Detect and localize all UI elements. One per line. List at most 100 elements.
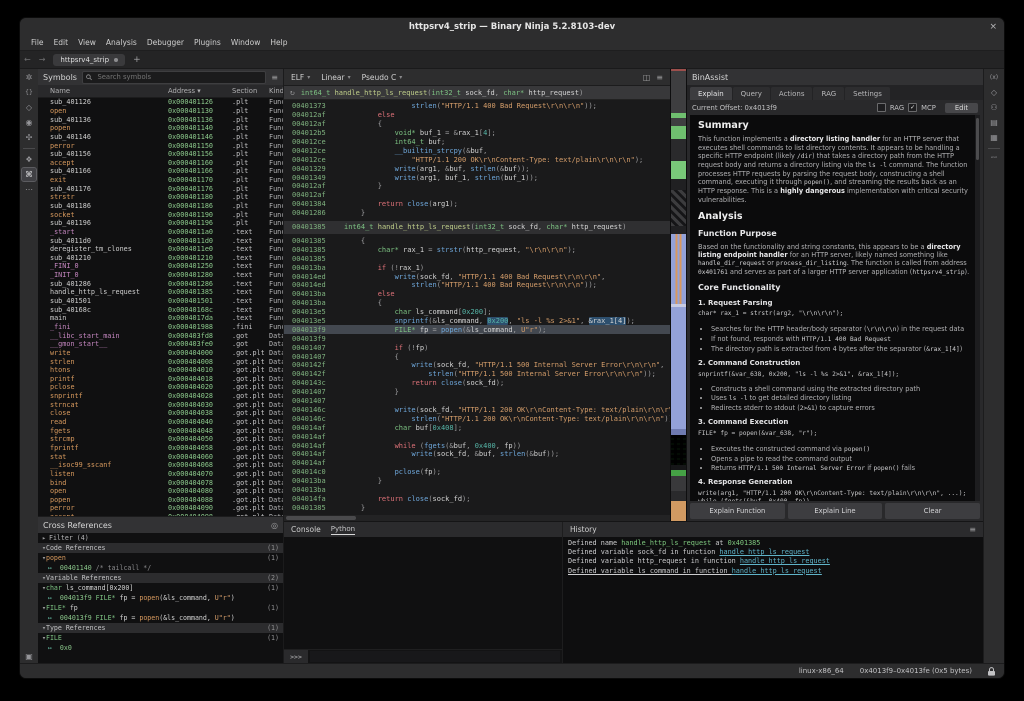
symbols-menu-icon[interactable]: ≡	[271, 73, 278, 82]
history-entry[interactable]: Defined variable ls_command in function …	[568, 567, 978, 576]
history-menu-icon[interactable]: ≡	[969, 525, 976, 534]
symbol-row[interactable]: strncat0x000404030.got.pltData	[38, 400, 283, 409]
code-line[interactable]: 004014af write(sock_fd, &buf, strlen(&bu…	[284, 450, 670, 459]
code-line[interactable]: 004014af	[284, 432, 670, 441]
menu-help[interactable]: Help	[265, 38, 292, 47]
variables-icon[interactable]: (x)	[987, 71, 1001, 84]
code-line[interactable]: 0040143c return close(sock_fd);	[284, 379, 670, 388]
symbol-row[interactable]: socket0x000401190.pltFunction	[38, 210, 283, 219]
symbol-row[interactable]: handle_http_ls_request0x000401385.textFu…	[38, 288, 283, 297]
code-line[interactable]: 00401385 {	[284, 237, 670, 246]
symbol-row[interactable]: sub_4011660x000401166.pltFunction	[38, 167, 283, 176]
window-close-button[interactable]: ×	[989, 18, 997, 35]
card-icon[interactable]: ▤	[987, 116, 1001, 129]
bot-icon[interactable]: ⚇	[987, 101, 1001, 114]
binassist-tab-settings[interactable]: Settings	[845, 87, 890, 100]
symbol-row[interactable]: open0x000404080.got.pltData	[38, 487, 283, 496]
mcp-checkbox[interactable]: ✓	[908, 103, 917, 112]
types-icon[interactable]: {}	[22, 86, 36, 99]
code-line[interactable]: 004012af }	[284, 182, 670, 191]
symbol-row[interactable]: sub_40168c0x00040168c.textFunction	[38, 305, 283, 314]
symbol-row[interactable]: _start0x0004011a0.textFunction	[38, 228, 283, 237]
history-entry[interactable]: Defined name handle_http_ls_request at 0…	[568, 539, 978, 548]
code-line[interactable]: 004012af	[284, 191, 670, 200]
code-line[interactable]: 004013ba if (!rax_1)	[284, 263, 670, 272]
code-line[interactable]: 004012ce int64_t buf;	[284, 138, 670, 147]
new-tab-button[interactable]: +	[129, 55, 145, 65]
binassist-scrollbar[interactable]	[975, 115, 980, 501]
code-line[interactable]: 004012af {	[284, 120, 670, 129]
column-header-kind[interactable]: Kind	[269, 87, 283, 95]
sticky-function-header[interactable]: ↻int64_t handle_http_ls_request(int32_t …	[284, 86, 670, 100]
xref-group-header[interactable]: ▾ Type References(1)	[38, 623, 283, 633]
code-line[interactable]: 00401373 strlen("HTTP/1.1 400 Bad Reques…	[284, 102, 670, 111]
xref-item-header[interactable]: ▾FILE(1)	[38, 633, 283, 643]
symbol-row[interactable]: deregister_tm_clones0x0004011e0.textFunc…	[38, 245, 283, 254]
symbol-row[interactable]: htons0x000404010.got.pltData	[38, 366, 283, 375]
xref-entry[interactable]: ↦ 0x0	[38, 643, 283, 653]
code-line[interactable]: 00401407	[284, 397, 670, 406]
symbol-row[interactable]: stat0x000404060.got.pltData	[38, 452, 283, 461]
symbol-row[interactable]: sub_4012860x000401286.textFunction	[38, 279, 283, 288]
symbol-row[interactable]: sub_4011560x000401156.pltFunction	[38, 150, 283, 159]
column-header-section[interactable]: Section	[232, 87, 269, 95]
symbol-row[interactable]: open0x000401130.pltFunction	[38, 107, 283, 116]
address-pin-icon[interactable]: ◉	[22, 116, 36, 129]
clear-button[interactable]: Clear	[885, 503, 980, 519]
symbol-row[interactable]: _FINI_00x000401250.textFunction	[38, 262, 283, 271]
code-line[interactable]: 00401407 }	[284, 388, 670, 397]
strings-icon[interactable]: ””	[987, 153, 1001, 166]
symbol-row[interactable]: sub_4011460x000401146.pltFunction	[38, 133, 283, 142]
edit-button[interactable]: Edit	[945, 103, 978, 113]
feature-map[interactable]	[670, 69, 687, 521]
menu-window[interactable]: Window	[226, 38, 266, 47]
explain-function-button[interactable]: Explain Function	[690, 503, 785, 519]
code-line[interactable]: 00401286 }	[284, 209, 670, 218]
explain-line-button[interactable]: Explain Line	[788, 503, 883, 519]
scrollbar-thumb[interactable]	[976, 118, 979, 160]
menu-view[interactable]: View	[73, 38, 101, 47]
xref-item-header[interactable]: ▾char ls_command[0x200](1)	[38, 583, 283, 593]
symbol-row[interactable]: sub_4011360x000401136.pltFunction	[38, 115, 283, 124]
symbol-row[interactable]: __isoc99_sscanf0x000404068.got.pltData	[38, 461, 283, 470]
code-line[interactable]: 00401385 char* rax_1 = strstr(http_reque…	[284, 245, 670, 254]
code-line[interactable]: 004013f9	[284, 334, 670, 343]
code-line[interactable]: 004012b5 void* buf_1 = &rax_1[4];	[284, 129, 670, 138]
xref-entry[interactable]: ↦ 004013f9 FILE* fp = popen(&ls_command,…	[38, 593, 283, 603]
symbol-row[interactable]: write0x000404000.got.pltData	[38, 349, 283, 358]
pin-icon[interactable]: ◎	[271, 521, 278, 530]
binassist-tab-explain[interactable]: Explain	[690, 87, 732, 100]
code-line[interactable]: 004012ce __builtin_strcpy(&buf,	[284, 146, 670, 155]
tab-httpsrv4-strip[interactable]: httpsrv4_strip	[53, 54, 125, 66]
code-line[interactable]: 004014af char buf[0x408];	[284, 423, 670, 432]
tab-close-icon[interactable]	[114, 58, 118, 62]
rag-checkbox[interactable]	[877, 103, 886, 112]
code-line[interactable]: 0040142f write(sock_fd, "HTTP/1.1 500 In…	[284, 361, 670, 370]
xref-entry[interactable]: ↦ 004013f9 FILE* fp = popen(&ls_command,…	[38, 613, 283, 623]
symbol-row[interactable]: read0x000404040.got.pltData	[38, 418, 283, 427]
menu-edit[interactable]: Edit	[49, 38, 74, 47]
code-line[interactable]: 004013ba else	[284, 290, 670, 299]
code-line[interactable]: 00401385	[284, 254, 670, 263]
code-line[interactable]: 004013ba	[284, 486, 670, 495]
symbol-row[interactable]: sub_4011d00x0004011d0.textFunction	[38, 236, 283, 245]
symbol-row[interactable]: strlen0x000404008.got.pltData	[38, 357, 283, 366]
code-line[interactable]: 004014fa return close(sock_fd);	[284, 494, 670, 503]
symbol-row[interactable]: __libc_start_main0x000403fd8.gotData	[38, 331, 283, 340]
symbol-row[interactable]: _INIT_00x000401280.textFunction	[38, 271, 283, 280]
symbols-icon[interactable]: ⌘	[22, 168, 36, 181]
column-header-name[interactable]: Name	[38, 87, 168, 95]
symbol-row[interactable]: perror0x000401150.pltFunction	[38, 141, 283, 150]
symbol-row[interactable]: pclose0x000404020.got.pltData	[38, 383, 283, 392]
python-console-input[interactable]	[310, 651, 560, 662]
symbol-row[interactable]: printf0x000404018.got.pltData	[38, 375, 283, 384]
menu-plugins[interactable]: Plugins	[189, 38, 226, 47]
symbol-row[interactable]: popen0x000401140.pltFunction	[38, 124, 283, 133]
code-line[interactable]: 00401384 return close(arg1);	[284, 200, 670, 209]
symbol-row[interactable]: sub_4011960x000401196.pltFunction	[38, 219, 283, 228]
code-line[interactable]: 004013ba {	[284, 299, 670, 308]
code-line[interactable]: 004014af while (fgets(&buf, 0x400, fp))	[284, 441, 670, 450]
symbols-search[interactable]	[82, 71, 266, 84]
symbol-row[interactable]: popen0x000404088.got.pltData	[38, 495, 283, 504]
code-line[interactable]: 004013f9 FILE* fp = popen(&ls_command, U…	[284, 325, 670, 334]
